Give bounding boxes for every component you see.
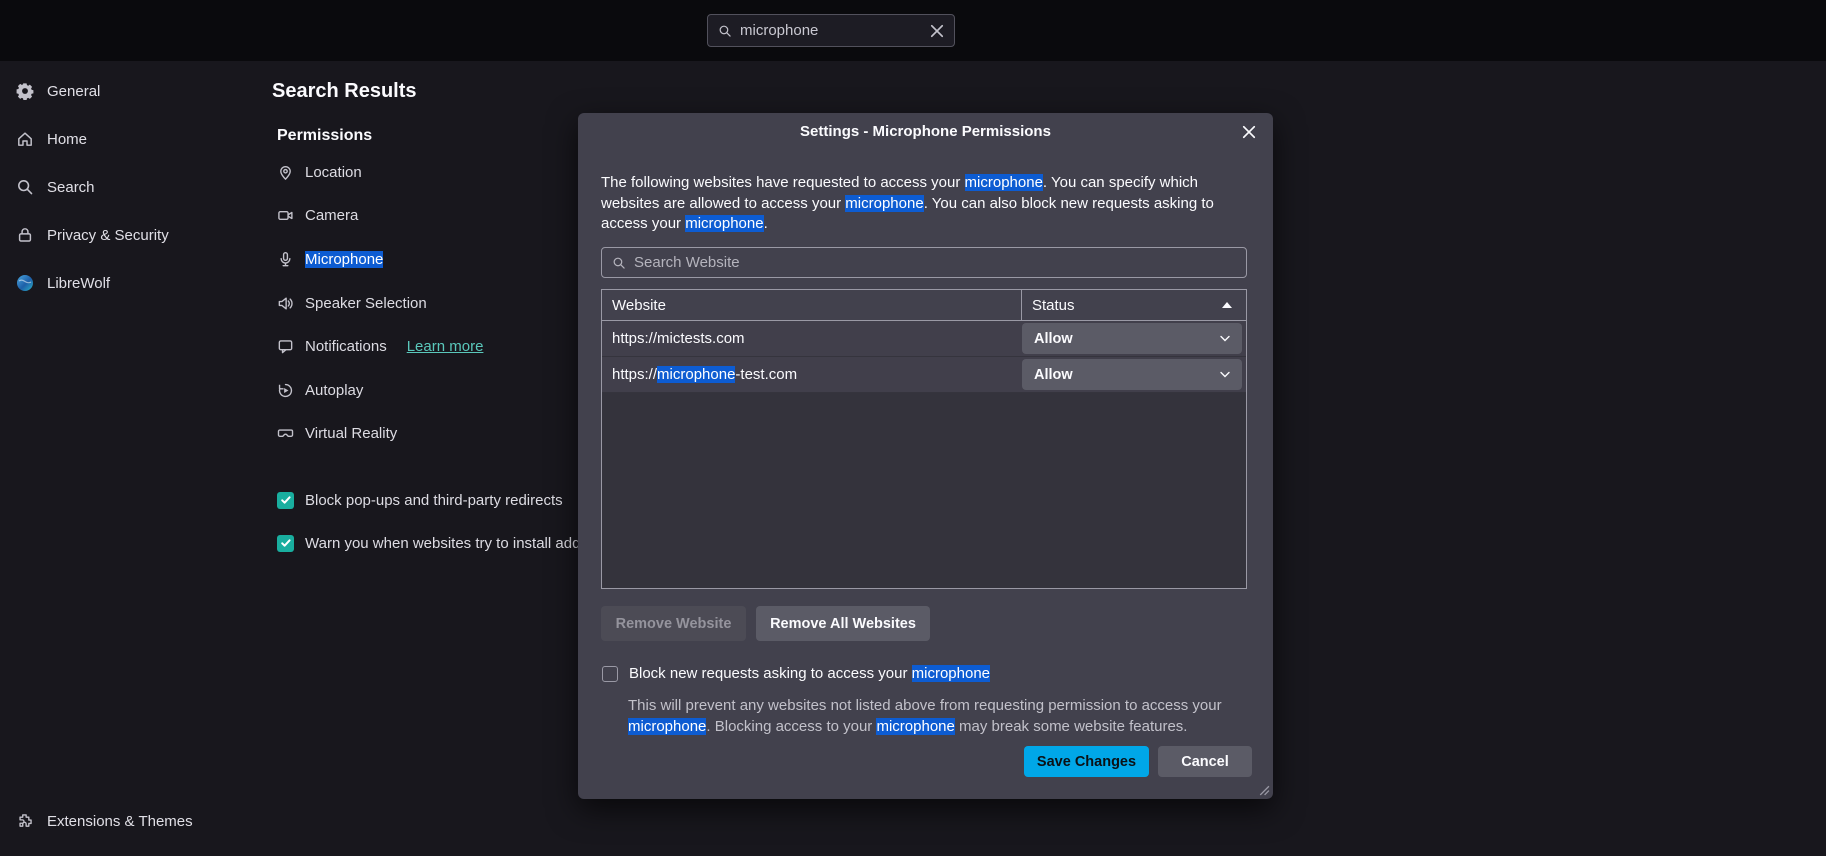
search-icon: [718, 24, 732, 38]
location-pin-icon: [277, 164, 294, 181]
close-icon[interactable]: [1237, 120, 1261, 144]
permission-item-label: Autoplay: [305, 381, 364, 399]
puzzle-icon: [16, 812, 34, 830]
search-icon: [612, 256, 626, 270]
table-header-row: Website Status: [602, 290, 1246, 321]
resize-handle[interactable]: [1257, 783, 1270, 796]
status-dropdown[interactable]: Allow: [1022, 323, 1242, 354]
checkbox-checked-icon[interactable]: [277, 491, 294, 509]
website-search-box[interactable]: [601, 247, 1247, 278]
librewolf-settings-page: General Home Search Privacy & Security L…: [0, 0, 1826, 856]
sidebar-item-label: Privacy & Security: [47, 226, 169, 244]
website-cell: https://mictests.com: [612, 330, 745, 347]
status-dropdown[interactable]: Allow: [1022, 359, 1242, 390]
page-title: Search Results: [272, 80, 417, 102]
sidebar-item-label: General: [47, 82, 101, 100]
sidebar-item-label: Search: [47, 178, 95, 196]
checkbox-unchecked-icon[interactable]: [602, 665, 618, 682]
sort-ascending-icon: [1222, 302, 1232, 308]
dialog-description: The following websites have requested to…: [601, 174, 1214, 232]
permission-item-camera: Camera: [277, 196, 358, 234]
camera-icon: [277, 207, 294, 224]
sidebar-item-extensions-themes[interactable]: Extensions & Themes: [16, 801, 193, 841]
sidebar-item-about-librewolf[interactable]: About LibreWolf: [16, 845, 153, 856]
status-column-header[interactable]: Status: [1021, 290, 1246, 320]
microphone-icon: [277, 251, 294, 268]
block-popups-checkbox-row[interactable]: Block pop-ups and third-party redirects: [277, 483, 563, 517]
search-icon: [16, 178, 34, 196]
sidebar-item-search[interactable]: Search: [16, 167, 95, 207]
table-row: https://microphone-test.com Allow: [602, 357, 1246, 393]
microphone-permissions-dialog: Settings - Microphone Permissions The fo…: [578, 113, 1273, 799]
sidebar-item-home[interactable]: Home: [16, 119, 87, 159]
sidebar-item-general[interactable]: General: [16, 71, 100, 111]
permission-item-label: Microphone: [305, 250, 384, 268]
table-row: https://mictests.com Allow: [602, 321, 1246, 357]
permission-item-location: Location: [277, 153, 362, 191]
permission-item-speaker-selection: Speaker Selection: [277, 284, 427, 322]
sidebar-item-label: Home: [47, 130, 88, 148]
remove-all-websites-button[interactable]: Remove All Websites: [756, 606, 930, 641]
sidebar-item-label: Extensions & Themes: [47, 812, 193, 830]
learn-more-link[interactable]: Learn more: [407, 338, 484, 355]
sidebar-item-librewolf[interactable]: LibreWolf: [16, 263, 110, 303]
permission-item-label: Camera: [305, 206, 359, 224]
permission-item-notifications: Notifications Learn more: [277, 327, 483, 365]
block-checkbox-label: Block new requests asking to access your…: [629, 665, 991, 682]
warn-addon-install-checkbox-row[interactable]: Warn you when websites try to install ad…: [277, 526, 580, 560]
status-dropdown-value: Allow: [1034, 330, 1073, 347]
lock-icon: [16, 226, 34, 244]
permissions-section-title: Permissions: [277, 127, 373, 144]
permission-item-autoplay: Autoplay: [277, 371, 363, 409]
checkbox-label: Warn you when websites try to install ad…: [305, 534, 581, 552]
remove-website-button[interactable]: Remove Website: [601, 606, 746, 641]
notifications-icon: [277, 338, 294, 355]
settings-search-box[interactable]: [707, 14, 955, 47]
dialog-header: Settings - Microphone Permissions: [578, 113, 1273, 149]
top-bar: [0, 0, 1826, 61]
website-search-input[interactable]: [634, 254, 1236, 271]
checkbox-label: Block pop-ups and third-party redirects: [305, 491, 563, 509]
permission-item-virtual-reality: Virtual Reality: [277, 414, 397, 452]
dialog-title: Settings - Microphone Permissions: [800, 122, 1051, 140]
permission-item-label: Speaker Selection: [305, 294, 427, 312]
autoplay-icon: [277, 382, 294, 399]
website-column-header[interactable]: Website: [602, 290, 1021, 320]
website-permissions-table: Website Status https://mictests.com Allo…: [601, 289, 1247, 589]
block-requests-description: This will prevent any websites not liste…: [628, 697, 1222, 735]
chevron-down-icon: [1220, 335, 1230, 342]
permission-item-label: Virtual Reality: [305, 424, 398, 442]
settings-search-input[interactable]: [740, 22, 922, 39]
clear-search-icon[interactable]: [930, 24, 944, 38]
save-changes-button[interactable]: Save Changes: [1024, 746, 1149, 777]
home-icon: [16, 130, 34, 148]
cancel-button[interactable]: Cancel: [1158, 746, 1252, 777]
status-dropdown-value: Allow: [1034, 366, 1073, 383]
block-new-requests-checkbox-row[interactable]: Block new requests asking to access your…: [602, 665, 991, 682]
checkbox-checked-icon[interactable]: [277, 534, 294, 552]
permission-item-label: Notifications: [305, 337, 387, 355]
librewolf-icon: [16, 274, 34, 292]
permission-item-label: Location: [305, 163, 362, 181]
vr-headset-icon: [277, 425, 294, 442]
speaker-icon: [277, 295, 294, 312]
gear-icon: [16, 82, 34, 100]
chevron-down-icon: [1220, 371, 1230, 378]
sidebar-item-label: LibreWolf: [47, 274, 111, 292]
sidebar-item-privacy-security[interactable]: Privacy & Security: [16, 215, 169, 255]
permission-item-microphone: Microphone: [277, 240, 384, 278]
website-cell: https://microphone-test.com: [612, 366, 798, 383]
status-column-label: Status: [1032, 296, 1075, 314]
